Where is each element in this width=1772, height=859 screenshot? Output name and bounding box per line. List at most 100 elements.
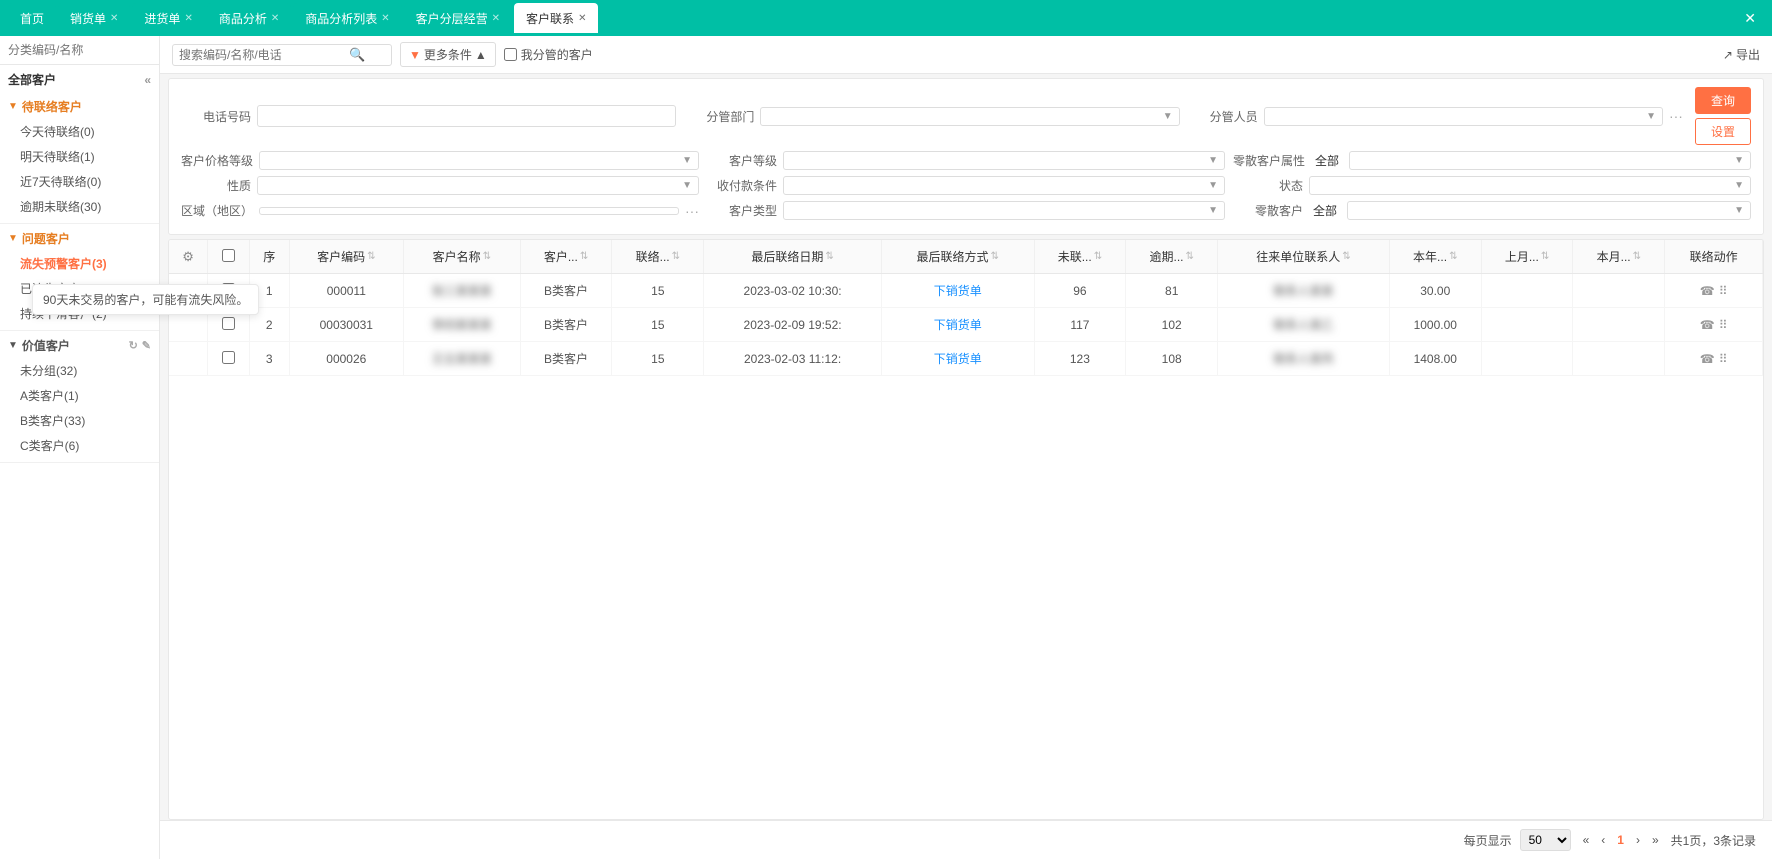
custlevel-select[interactable]: ▼ bbox=[783, 151, 1225, 170]
group-pending-contact-label[interactable]: ▼ 待联络客户 bbox=[0, 94, 159, 119]
custtype-select[interactable]: ▼ bbox=[783, 201, 1225, 220]
sort-icon-last-date[interactable]: ⇅ bbox=[825, 251, 833, 262]
query-button[interactable]: 查询 bbox=[1695, 87, 1751, 114]
tab-analysis-list-close[interactable]: ✕ bbox=[381, 13, 389, 24]
page-size-select[interactable]: 50 20 100 bbox=[1520, 829, 1571, 851]
tab-customer-layer[interactable]: 客户分层经营 ✕ bbox=[404, 3, 512, 33]
edit-icon[interactable]: ✎ bbox=[142, 339, 151, 352]
region-select[interactable] bbox=[259, 207, 679, 215]
contact-icon-3[interactable]: ☎ bbox=[1700, 352, 1715, 366]
prev-page-btn[interactable]: ‹ bbox=[1597, 831, 1609, 849]
sidebar-item-churn-warning[interactable]: 流失预警客户(3) bbox=[0, 251, 159, 276]
sort-icon-no-contact[interactable]: ⇅ bbox=[1094, 251, 1102, 262]
col-no-contact[interactable]: 未联...⇅ bbox=[1034, 240, 1126, 274]
sidebar-search-input[interactable] bbox=[8, 43, 160, 57]
sidebar-item-class-c[interactable]: C类客户(6) bbox=[0, 433, 159, 458]
cell-method-2[interactable]: 下销货单 bbox=[881, 308, 1034, 342]
sort-icon-contacts[interactable]: ⇅ bbox=[1342, 251, 1350, 262]
sort-icon-this-month[interactable]: ⇅ bbox=[1633, 251, 1641, 262]
col-last-month[interactable]: 上月...⇅ bbox=[1481, 240, 1573, 274]
sort-icon-contact[interactable]: ⇅ bbox=[672, 251, 680, 262]
more-icon-3[interactable]: ⠿ bbox=[1719, 352, 1728, 366]
sidebar-all-customers[interactable]: 全部客户 « bbox=[0, 65, 159, 94]
main-search-input[interactable] bbox=[179, 48, 349, 62]
sidebar-item-today[interactable]: 今天待联络(0) bbox=[0, 119, 159, 144]
tab-home[interactable]: 首页 bbox=[8, 3, 56, 33]
group-value-label[interactable]: ▼ 价值客户 ↻ ✎ bbox=[0, 333, 159, 358]
phone-input[interactable] bbox=[257, 105, 676, 127]
method-link-3[interactable]: 下销货单 bbox=[934, 352, 982, 366]
cell-method-3[interactable]: 下销货单 bbox=[881, 342, 1034, 376]
tab-analysis[interactable]: 商品分析 ✕ bbox=[207, 3, 291, 33]
more-icon-1[interactable]: ⠿ bbox=[1719, 284, 1728, 298]
col-contact[interactable]: 联络...⇅ bbox=[612, 240, 704, 274]
tab-customer-contact[interactable]: 客户联系 ✕ bbox=[514, 3, 598, 33]
next-page-btn[interactable]: › bbox=[1632, 831, 1644, 849]
more-conditions-button[interactable]: ▼ 更多条件 ▲ bbox=[400, 42, 496, 67]
sidebar-item-ungrouped[interactable]: 未分组(32) bbox=[0, 358, 159, 383]
region-more[interactable]: ··· bbox=[685, 203, 699, 219]
collapse-icon[interactable]: « bbox=[144, 73, 151, 87]
col-contacts[interactable]: 往来单位联系人⇅ bbox=[1218, 240, 1390, 274]
cell-method-1[interactable]: 下销货单 bbox=[881, 274, 1034, 308]
sidebar-item-7days[interactable]: 近7天待联络(0) bbox=[0, 169, 159, 194]
zerocust-select[interactable]: ▼ bbox=[1347, 201, 1751, 220]
col-overdue[interactable]: 逾期...⇅ bbox=[1126, 240, 1218, 274]
payment-select[interactable]: ▼ bbox=[783, 176, 1225, 195]
sidebar-item-class-a[interactable]: A类客户(1) bbox=[0, 383, 159, 408]
main-search-icon[interactable]: 🔍 bbox=[349, 47, 365, 63]
tab-purchase-close[interactable]: ✕ bbox=[184, 13, 192, 24]
group-problem-label[interactable]: ▼ 问题客户 bbox=[0, 226, 159, 251]
sidebar-item-overdue[interactable]: 逾期未联络(30) bbox=[0, 194, 159, 219]
method-link-1[interactable]: 下销货单 bbox=[934, 284, 982, 298]
select-all-checkbox[interactable] bbox=[222, 249, 235, 262]
pricelevel-select[interactable]: ▼ bbox=[259, 151, 699, 170]
export-button[interactable]: ↗ 导出 bbox=[1723, 46, 1760, 63]
col-last-date[interactable]: 最后联络日期⇅ bbox=[704, 240, 882, 274]
sort-icon-name[interactable]: ⇅ bbox=[483, 251, 491, 262]
sort-icon-this-year[interactable]: ⇅ bbox=[1449, 251, 1457, 262]
sidebar-item-class-b[interactable]: B类客户(33) bbox=[0, 408, 159, 433]
manager-more[interactable]: ··· bbox=[1669, 108, 1683, 124]
method-link-2[interactable]: 下销货单 bbox=[934, 318, 982, 332]
contact-icon-2[interactable]: ☎ bbox=[1700, 318, 1715, 332]
sort-icon-last-month[interactable]: ⇅ bbox=[1541, 251, 1549, 262]
tab-analysis-close[interactable]: ✕ bbox=[271, 13, 279, 24]
tab-sales[interactable]: 销货单 ✕ bbox=[58, 3, 130, 33]
col-checkbox[interactable] bbox=[208, 240, 250, 274]
col-custtype[interactable]: 客户...⇅ bbox=[520, 240, 612, 274]
refresh-icon[interactable]: ↻ bbox=[129, 339, 138, 352]
contact-icon-1[interactable]: ☎ bbox=[1700, 284, 1715, 298]
sidebar-item-tomorrow[interactable]: 明天待联络(1) bbox=[0, 144, 159, 169]
tab-customer-contact-close[interactable]: ✕ bbox=[578, 13, 586, 24]
dept-select[interactable]: ▼ bbox=[760, 107, 1179, 126]
tab-sales-close[interactable]: ✕ bbox=[110, 13, 118, 24]
my-customers-checkbox[interactable] bbox=[504, 48, 517, 61]
cell-contacts-1: 联系人某某 bbox=[1218, 274, 1390, 308]
col-code[interactable]: 客户编码⇅ bbox=[289, 240, 403, 274]
zeroattr-select[interactable]: ▼ bbox=[1349, 151, 1751, 170]
col-this-year[interactable]: 本年...⇅ bbox=[1389, 240, 1481, 274]
window-close-button[interactable]: ✕ bbox=[1736, 10, 1764, 27]
status-select[interactable]: ▼ bbox=[1309, 176, 1751, 195]
first-page-btn[interactable]: « bbox=[1579, 831, 1594, 849]
tab-customer-layer-close[interactable]: ✕ bbox=[492, 13, 500, 24]
tab-purchase[interactable]: 进货单 ✕ bbox=[132, 3, 204, 33]
col-settings[interactable]: ⚙ bbox=[169, 240, 208, 274]
settings-button[interactable]: 设置 bbox=[1695, 118, 1751, 145]
cell-checkbox-3[interactable] bbox=[208, 342, 250, 376]
sort-icon-last-method[interactable]: ⇅ bbox=[991, 251, 999, 262]
col-name[interactable]: 客户名称⇅ bbox=[403, 240, 520, 274]
last-page-btn[interactable]: » bbox=[1648, 831, 1663, 849]
manager-select[interactable]: ▼ bbox=[1264, 107, 1663, 126]
sort-icon-overdue[interactable]: ⇅ bbox=[1186, 251, 1194, 262]
row-checkbox-3[interactable] bbox=[222, 351, 235, 364]
col-last-method[interactable]: 最后联络方式⇅ bbox=[881, 240, 1034, 274]
more-icon-2[interactable]: ⠿ bbox=[1719, 318, 1728, 332]
gender-select[interactable]: ▼ bbox=[257, 176, 699, 195]
sort-icon-code[interactable]: ⇅ bbox=[367, 251, 375, 262]
tab-analysis-list[interactable]: 商品分析列表 ✕ bbox=[293, 3, 401, 33]
sort-icon-custtype[interactable]: ⇅ bbox=[580, 251, 588, 262]
row-checkbox-2[interactable] bbox=[222, 317, 235, 330]
col-this-month[interactable]: 本月...⇅ bbox=[1573, 240, 1665, 274]
